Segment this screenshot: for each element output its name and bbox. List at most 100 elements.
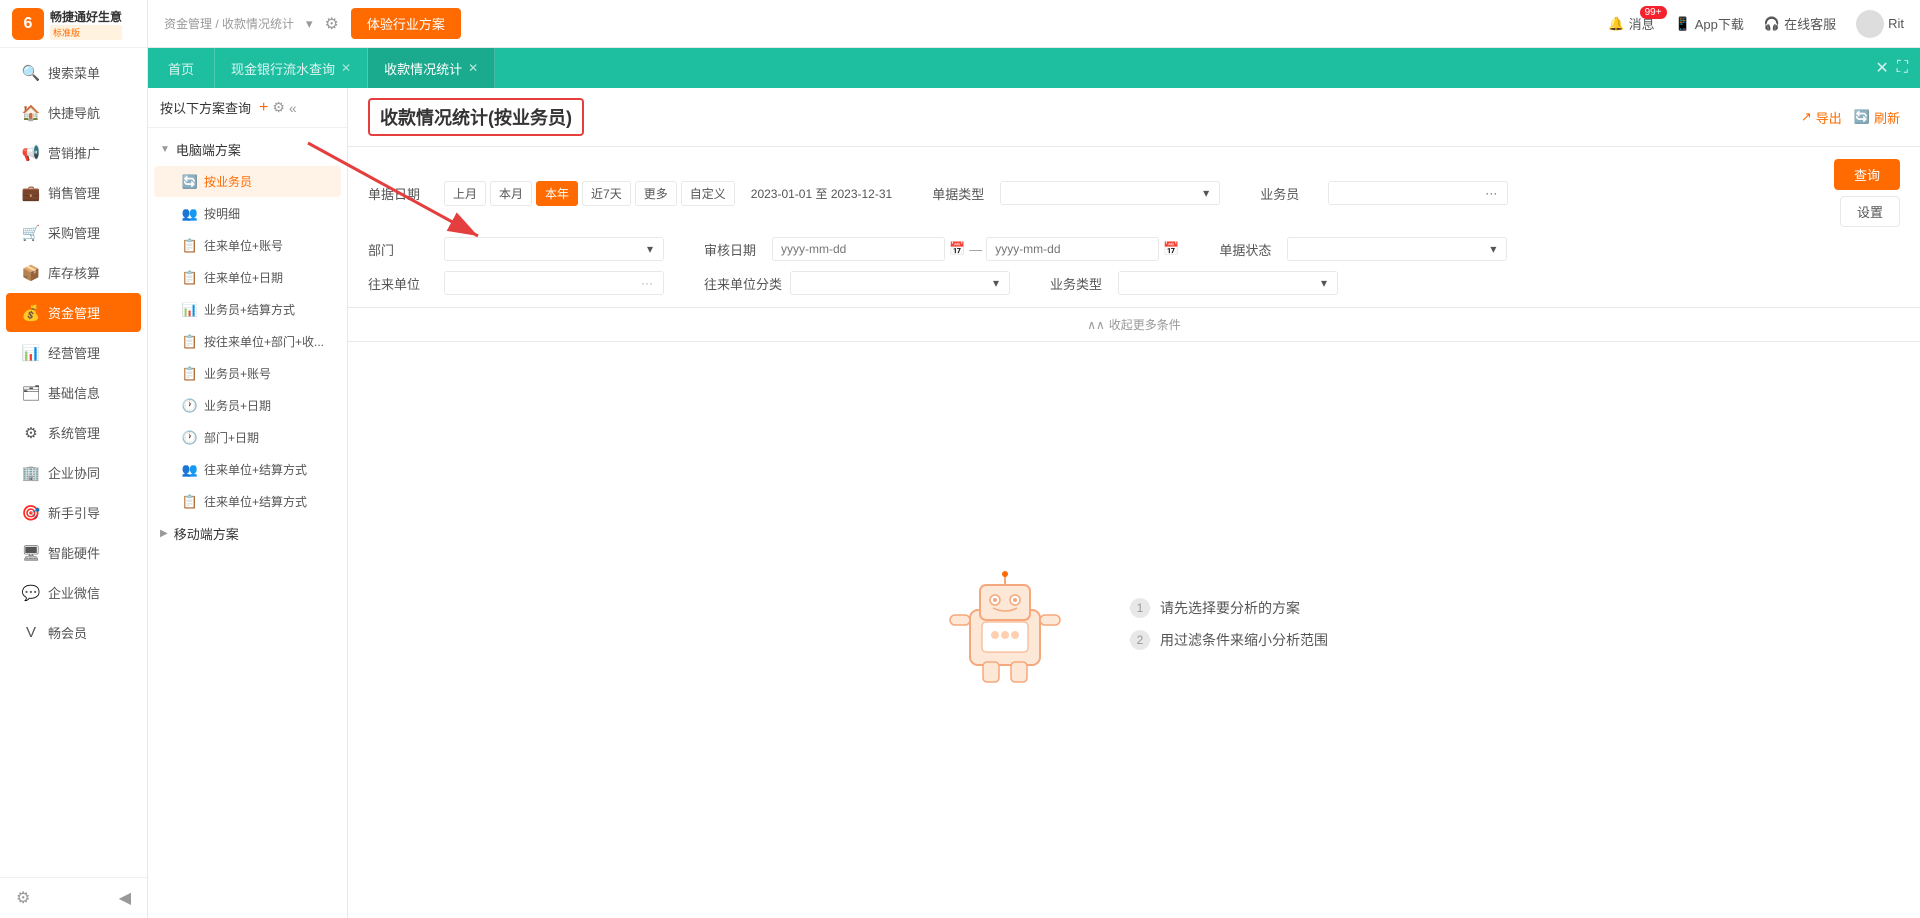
tree-item-unit-account[interactable]: 📋 往来单位+账号 <box>154 230 341 261</box>
page-area: 按以下方案查询 + ⚙ « ▼ 电脑端方案 🔄 按业务员 <box>148 88 1920 918</box>
funds-icon: 💰 <box>22 304 40 322</box>
date-this-year-btn[interactable]: 本年 <box>536 181 578 206</box>
empty-steps: 1 请先选择要分析的方案 2 用过滤条件来缩小分析范围 <box>1130 598 1328 662</box>
salesperson-date-icon: 🕐 <box>182 398 198 414</box>
tree-group-mobile-header[interactable]: ▶ 移动端方案 <box>148 518 347 549</box>
notification-btn[interactable]: 🔔 消息 99+ <box>1608 14 1654 33</box>
doc-status-select[interactable]: ▾ <box>1287 237 1507 261</box>
app-logo: 6 畅捷通好生意 标准版 <box>0 0 147 48</box>
tab-collection-stat[interactable]: 收款情况统计 ✕ <box>368 48 495 88</box>
salesperson-select[interactable]: ··· <box>1328 181 1508 205</box>
sidebar-item-guide[interactable]: 🎯 新手引导 <box>6 493 141 532</box>
date-more-btn[interactable]: 更多 <box>635 181 677 206</box>
sidebar-item-basic-info[interactable]: 🗂 基础信息 <box>6 373 141 412</box>
sidebar-item-quick-nav[interactable]: 🏠 快捷导航 <box>6 93 141 132</box>
counterpart-select[interactable]: ··· <box>444 271 664 295</box>
scheme-gear-icon[interactable]: ⚙ <box>272 99 285 116</box>
tree-item-unit-dept-label: 按往来单位+部门+收... <box>204 333 324 350</box>
date-last-month-btn[interactable]: 上月 <box>444 181 486 206</box>
tree-item-by-detail[interactable]: 👥 按明细 <box>154 198 341 229</box>
breadcrumb: 资金管理 / 收款情况统计 <box>164 15 294 32</box>
collapse-bar[interactable]: ∧∧ 收起更多条件 <box>348 308 1920 342</box>
audit-date-input-group: 📅 — 📅 <box>772 237 1179 261</box>
counterpart-more-btn[interactable]: ··· <box>641 276 653 290</box>
step-2-text: 用过滤条件来缩小分析范围 <box>1160 630 1328 650</box>
tree-item-by-salesperson[interactable]: 🔄 按业务员 <box>154 166 341 197</box>
sidebar-item-operations[interactable]: 📊 经营管理 <box>6 333 141 372</box>
date-this-month-btn[interactable]: 本月 <box>490 181 532 206</box>
tree-group-desktop-header[interactable]: ▼ 电脑端方案 <box>148 134 347 165</box>
sidebar-item-purchase[interactable]: 🛒 采购管理 <box>6 213 141 252</box>
user-avatar[interactable]: Rit <box>1856 10 1904 38</box>
business-type-select[interactable]: ▾ <box>1118 271 1338 295</box>
sidebar-item-enterprise[interactable]: 🏢 企业协同 <box>6 453 141 492</box>
mobile-group-arrow: ▶ <box>160 528 168 539</box>
filter-row-3: 往来单位 ··· 往来单位分类 ▾ 业务类型 <box>368 271 1900 295</box>
step-1-num: 1 <box>1130 598 1150 618</box>
tree-item-unit-date[interactable]: 📋 往来单位+日期 <box>154 262 341 293</box>
app-download-btn[interactable]: 📱 App下载 <box>1675 14 1744 33</box>
sidebar-item-inventory[interactable]: 📦 库存核算 <box>6 253 141 292</box>
desktop-group-arrow: ▼ <box>160 144 170 155</box>
tree-item-unit-settle2[interactable]: 📋 往来单位+结算方式 <box>154 486 341 517</box>
sidebar-item-funds[interactable]: 💰 资金管理 <box>6 293 141 332</box>
settings-footer-icon[interactable]: ⚙ <box>16 888 30 908</box>
counterpart-category-label: 往来单位分类 <box>704 274 782 293</box>
counterpart-label: 往来单位 <box>368 274 428 293</box>
counterpart-category-select[interactable]: ▾ <box>790 271 1010 295</box>
audit-date-from-input[interactable] <box>772 237 945 261</box>
close-window-icon[interactable]: ✕ <box>1875 58 1888 78</box>
dept-select[interactable]: ▾ <box>444 237 664 261</box>
notification-badge: 99+ <box>1640 6 1667 19</box>
desktop-group-label: 电脑端方案 <box>176 140 241 159</box>
refresh-btn[interactable]: 🔄 刷新 <box>1854 108 1900 127</box>
online-service-btn[interactable]: 🎧 在线客服 <box>1764 14 1836 33</box>
sidebar-item-sales[interactable]: 💼 销售管理 <box>6 173 141 212</box>
doc-type-select[interactable]: ▾ <box>1000 181 1220 205</box>
sales-icon: 💼 <box>22 184 40 202</box>
refresh-label: 刷新 <box>1874 108 1900 127</box>
settings-btn[interactable]: 设置 <box>1840 196 1900 227</box>
sidebar-item-system[interactable]: ⚙ 系统管理 <box>6 413 141 452</box>
dept-date-icon: 🕐 <box>182 430 198 446</box>
logo-name: 畅捷通好生意 <box>50 8 122 25</box>
tab-home[interactable]: 首页 <box>148 48 215 88</box>
sidebar-item-smart-hw[interactable]: 🖥 智能硬件 <box>6 533 141 572</box>
sidebar-footer: ⚙ ◀‍ <box>0 877 147 918</box>
export-btn[interactable]: ↗ 导出 <box>1801 108 1842 127</box>
calendar-from-icon[interactable]: 📅 <box>949 241 965 257</box>
tree-item-unit-dept-collect[interactable]: 📋 按往来单位+部门+收... <box>154 326 341 357</box>
scheme-add-icon[interactable]: + <box>259 99 268 117</box>
tree-item-unit-settle1[interactable]: 👥 往来单位+结算方式 <box>154 454 341 485</box>
calendar-to-icon[interactable]: 📅 <box>1163 241 1179 257</box>
maximize-window-icon[interactable]: ⛶ <box>1897 59 1908 77</box>
header-gear-icon[interactable]: ⚙ <box>325 14 339 34</box>
tab-bank-flow[interactable]: 现金银行流水查询 ✕ <box>215 48 368 88</box>
date-custom-btn[interactable]: 自定义 <box>681 181 735 206</box>
trial-btn[interactable]: 体验行业方案 <box>351 8 461 39</box>
scheme-collapse-icon[interactable]: « <box>289 100 297 116</box>
date-last-7-btn[interactable]: 近7天 <box>582 181 631 206</box>
audit-date-to-input[interactable] <box>986 237 1159 261</box>
collapse-footer-icon[interactable]: ◀‍ <box>119 888 131 908</box>
sidebar-item-marketing[interactable]: 📢 营销推广 <box>6 133 141 172</box>
sidebar-item-search[interactable]: 🔍 搜索菜单 <box>6 53 141 92</box>
breadcrumb-dropdown-icon[interactable]: ▾ <box>306 16 313 32</box>
sidebar-label-marketing: 营销推广 <box>48 143 100 162</box>
doc-type-label: 单据类型 <box>932 184 992 203</box>
query-btn[interactable]: 查询 <box>1834 159 1900 190</box>
unit-settle1-icon: 👥 <box>182 462 198 478</box>
export-icon: ↗ <box>1801 109 1812 125</box>
collapse-up-icon: ∧∧ <box>1087 318 1105 332</box>
tree-item-dept-date[interactable]: 🕐 部门+日期 <box>154 422 341 453</box>
sidebar-item-member[interactable]: V 畅会员 <box>6 613 141 652</box>
tree-item-salesperson-account[interactable]: 📋 业务员+账号 <box>154 358 341 389</box>
tab-collection-stat-close-icon[interactable]: ✕ <box>468 61 478 75</box>
tree-item-salesperson-settle[interactable]: 📊 业务员+结算方式 <box>154 294 341 325</box>
scheme-tree: ▼ 电脑端方案 🔄 按业务员 👥 按明细 📋 往来单位+账号 <box>148 128 347 918</box>
tree-item-salesperson-date[interactable]: 🕐 业务员+日期 <box>154 390 341 421</box>
tab-bank-flow-close-icon[interactable]: ✕ <box>341 61 351 75</box>
sidebar-label-smart-hw: 智能硬件 <box>48 543 100 562</box>
sidebar-item-wechat[interactable]: 💬 企业微信 <box>6 573 141 612</box>
app-download-icon: 📱 <box>1675 16 1691 32</box>
